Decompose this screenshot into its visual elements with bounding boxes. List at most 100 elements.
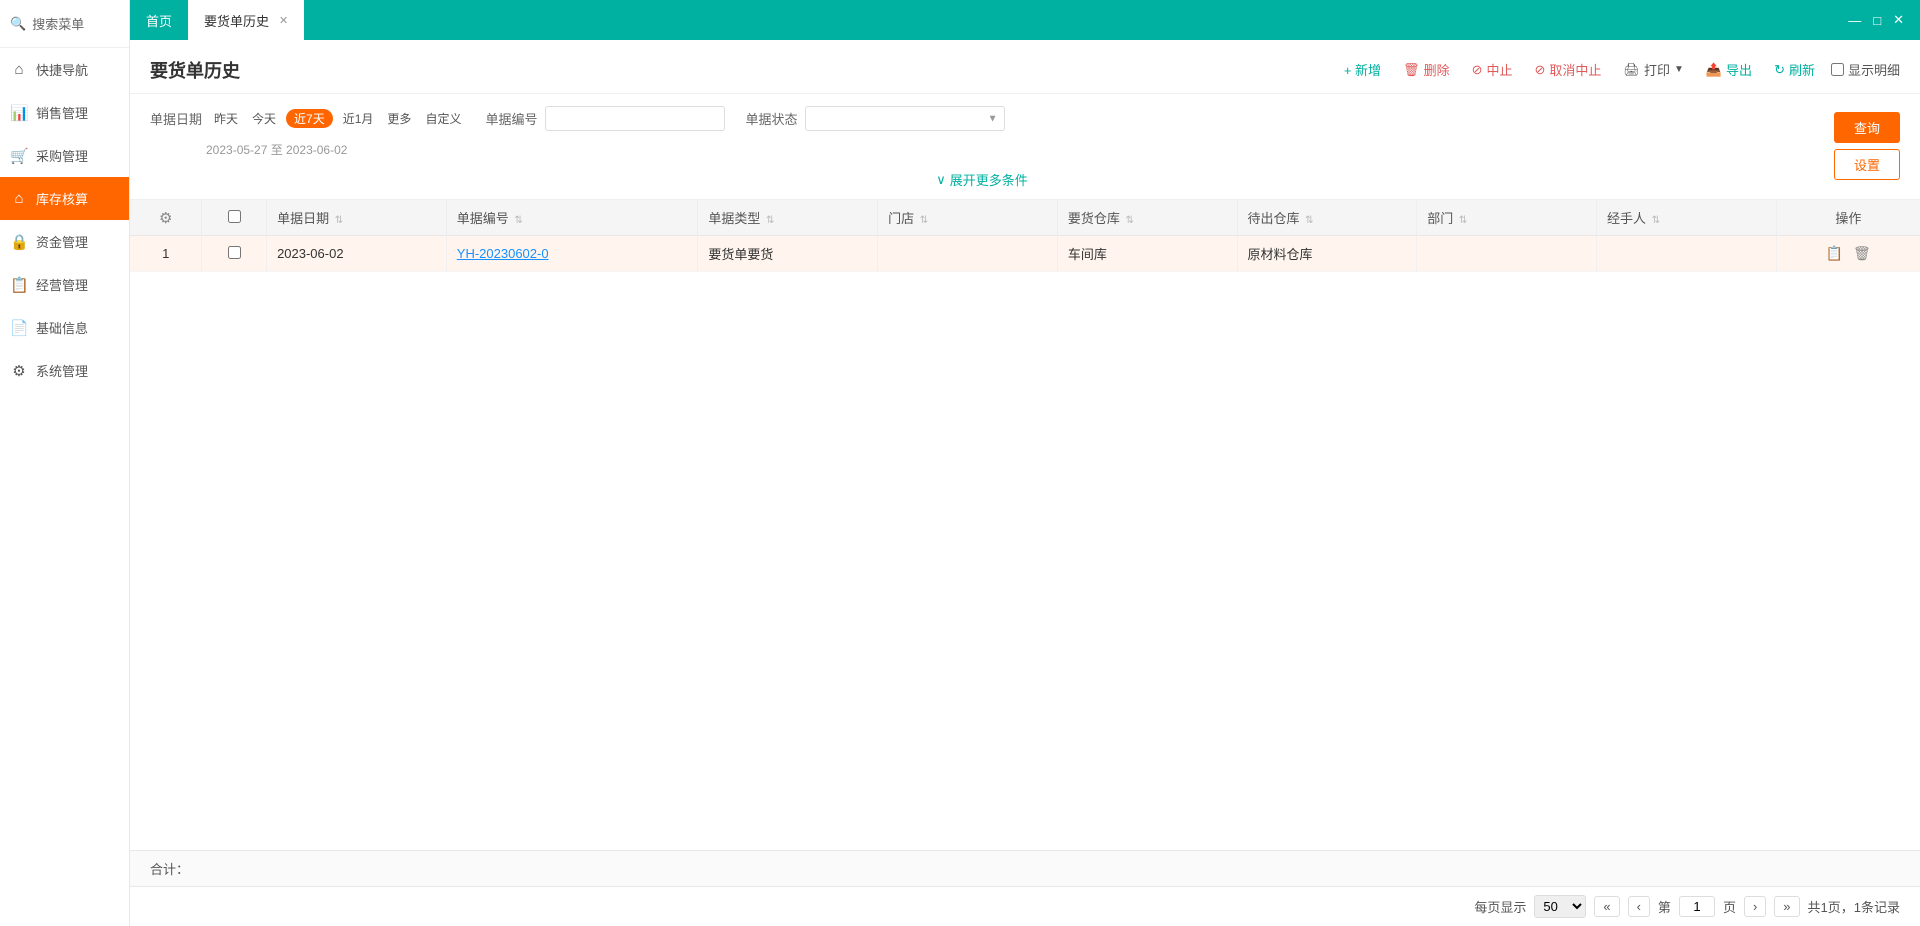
- sort-reqwh-icon[interactable]: ⇅: [1125, 215, 1133, 226]
- sort-person-icon[interactable]: ⇅: [1652, 215, 1660, 226]
- filter-group-docnum: 单据编号: [485, 106, 725, 131]
- sidebar-item-purchase[interactable]: 🛒 采购管理: [0, 134, 129, 177]
- print-label: 打印: [1644, 60, 1670, 79]
- tab-home[interactable]: 首页: [130, 0, 188, 40]
- page-title: 要货单历史: [150, 57, 240, 83]
- sidebar-item-label: 资金管理: [36, 232, 88, 251]
- table-row: 1 2023-06-02 YH-20230602-0 要货单要货 车间库 原材料…: [130, 236, 1920, 272]
- sort-number-icon[interactable]: ⇅: [514, 215, 522, 226]
- chart-icon: 📊: [10, 104, 28, 122]
- sidebar-item-label: 快捷导航: [36, 60, 88, 79]
- date-shortcut-1month[interactable]: 近1月: [339, 109, 378, 128]
- sidebar-item-basic[interactable]: 📄 基础信息: [0, 306, 129, 349]
- col-header-check: [202, 200, 267, 236]
- tab-requisition-history[interactable]: 要货单历史 ✕: [188, 0, 304, 40]
- col-header-shop: 门店 ⇅: [878, 200, 1058, 236]
- refresh-button[interactable]: ↻ 刷新: [1768, 56, 1821, 83]
- date-shortcut-yesterday[interactable]: 昨天: [210, 109, 242, 128]
- row-checkbox[interactable]: [228, 246, 241, 259]
- doc-status-select[interactable]: [805, 106, 1005, 131]
- sidebar-item-finance[interactable]: 🔒 资金管理: [0, 220, 129, 263]
- col-reqwh-label: 要货仓库: [1068, 211, 1120, 226]
- cancel-stop-button[interactable]: ⊘ 取消中止: [1529, 56, 1608, 83]
- row-number-link[interactable]: YH-20230602-0: [457, 246, 549, 261]
- doc-number-input[interactable]: [545, 106, 725, 131]
- date-shortcut-custom[interactable]: 自定义: [421, 109, 465, 128]
- expand-more-label: 展开更多条件: [950, 170, 1028, 189]
- doc-icon: 📄: [10, 319, 28, 337]
- sidebar-item-quick-nav[interactable]: ⌂ 快捷导航: [0, 48, 129, 91]
- next-page-btn[interactable]: ›: [1744, 896, 1766, 917]
- table-settings-icon[interactable]: ⚙: [159, 210, 172, 227]
- sidebar-item-system[interactable]: ⚙ 系统管理: [0, 349, 129, 392]
- tab-close-icon[interactable]: ✕: [279, 14, 288, 27]
- select-all-checkbox[interactable]: [228, 210, 241, 223]
- last-page-btn[interactable]: »: [1774, 896, 1799, 917]
- export-icon: 📤: [1706, 62, 1722, 78]
- docnum-filter-label: 单据编号: [485, 109, 537, 128]
- sidebar-search[interactable]: 🔍 搜索菜单: [0, 0, 129, 48]
- footer-summary: 合计：: [130, 850, 1920, 886]
- add-button[interactable]: + 新增: [1338, 56, 1387, 83]
- cancel-label: 取消中止: [1549, 60, 1601, 79]
- toolbar: + 新增 🗑 删除 ⊘ 中止 ⊘ 取消中止 🖨 打印 ▼: [1338, 56, 1900, 83]
- delete-button[interactable]: 🗑 删除: [1397, 56, 1456, 83]
- col-dept-label: 部门: [1427, 211, 1453, 226]
- row-date: 2023-06-02: [267, 236, 447, 272]
- sidebar-item-label: 系统管理: [36, 361, 88, 380]
- sidebar-item-inventory[interactable]: ⌂ 库存核算: [0, 177, 129, 220]
- query-button[interactable]: 查询: [1834, 112, 1900, 143]
- first-page-btn[interactable]: «: [1594, 896, 1619, 917]
- prev-page-btn[interactable]: ‹: [1628, 896, 1650, 917]
- row-check[interactable]: [202, 236, 267, 272]
- row-edit-icon[interactable]: 📋: [1826, 245, 1843, 261]
- refresh-icon: ↻: [1774, 62, 1785, 78]
- date-shortcut-today[interactable]: 今天: [248, 109, 280, 128]
- row-pending-wh: 原材料仓库: [1237, 236, 1417, 272]
- stop-button[interactable]: ⊘ 中止: [1466, 56, 1519, 83]
- home2-icon: ⌂: [10, 190, 28, 207]
- page-number-input[interactable]: [1679, 896, 1715, 917]
- sort-shop-icon[interactable]: ⇅: [920, 215, 928, 226]
- sort-dept-icon[interactable]: ⇅: [1459, 215, 1467, 226]
- sidebar-item-operation[interactable]: 📋 经营管理: [0, 263, 129, 306]
- filter-row-1: 单据日期 昨天 今天 近7天 近1月 更多 自定义: [150, 106, 1814, 131]
- col-header-person: 经手人 ⇅: [1596, 200, 1776, 236]
- print-button[interactable]: 🖨 打印 ▼: [1617, 56, 1689, 83]
- stop-icon: ⊘: [1472, 62, 1483, 78]
- date-shortcut-more[interactable]: 更多: [383, 109, 415, 128]
- sort-date-icon[interactable]: ⇅: [335, 215, 343, 226]
- content-area: 要货单历史 + 新增 🗑 删除 ⊘ 中止 ⊘ 取消中止 🖨 打印: [130, 40, 1920, 926]
- sidebar: 🔍 搜索菜单 ⌂ 快捷导航 📊 销售管理 🛒 采购管理 ⌂ 库存核算 🔒 资金管…: [0, 0, 130, 926]
- row-op: 📋 🗑: [1776, 236, 1920, 272]
- minimize-icon[interactable]: —: [1848, 13, 1861, 28]
- row-type: 要货单要货: [698, 236, 878, 272]
- date-shortcut-7days[interactable]: 近7天: [286, 109, 333, 128]
- col-header-pending-wh: 待出仓库 ⇅: [1237, 200, 1417, 236]
- pagination-bar: 每页显示 50 10 20 100 « ‹ 第 页 › » 共1页，1条记录: [130, 886, 1920, 926]
- filter-area: 单据日期 昨天 今天 近7天 近1月 更多 自定义: [130, 94, 1920, 200]
- per-page-select[interactable]: 50 10 20 100: [1534, 895, 1586, 918]
- row-number[interactable]: YH-20230602-0: [446, 236, 698, 272]
- show-detail-checkbox[interactable]: [1831, 63, 1844, 76]
- page-header: 要货单历史 + 新增 🗑 删除 ⊘ 中止 ⊘ 取消中止 🖨 打印: [130, 40, 1920, 94]
- sidebar-item-label: 经营管理: [36, 275, 88, 294]
- maximize-icon[interactable]: □: [1873, 13, 1881, 28]
- show-detail-toggle[interactable]: 显示明细: [1831, 60, 1900, 79]
- sort-type-icon[interactable]: ⇅: [766, 215, 774, 226]
- summary-label: 合计：: [150, 859, 189, 878]
- print-dropdown-icon: ▼: [1674, 64, 1684, 75]
- data-table: ⚙ 单据日期 ⇅ 单据编号 ⇅: [130, 200, 1920, 272]
- expand-more-btn[interactable]: ∨ 展开更多条件: [150, 164, 1814, 199]
- export-button[interactable]: 📤 导出: [1700, 56, 1758, 83]
- main-area: 首页 要货单历史 ✕ — □ ✕ 要货单历史 + 新增 🗑 删除 ⊘ 中: [130, 0, 1920, 926]
- col-header-index: ⚙: [130, 200, 202, 236]
- window-close-icon[interactable]: ✕: [1893, 12, 1904, 28]
- clipboard-icon: 📋: [10, 276, 28, 294]
- sidebar-item-sales[interactable]: 📊 销售管理: [0, 91, 129, 134]
- row-delete-icon[interactable]: 🗑: [1853, 245, 1871, 261]
- sort-pendingwh-icon[interactable]: ⇅: [1305, 215, 1313, 226]
- setting-button[interactable]: 设置: [1834, 149, 1900, 180]
- date-filter-label: 单据日期: [150, 109, 202, 128]
- col-pendingwh-label: 待出仓库: [1248, 211, 1300, 226]
